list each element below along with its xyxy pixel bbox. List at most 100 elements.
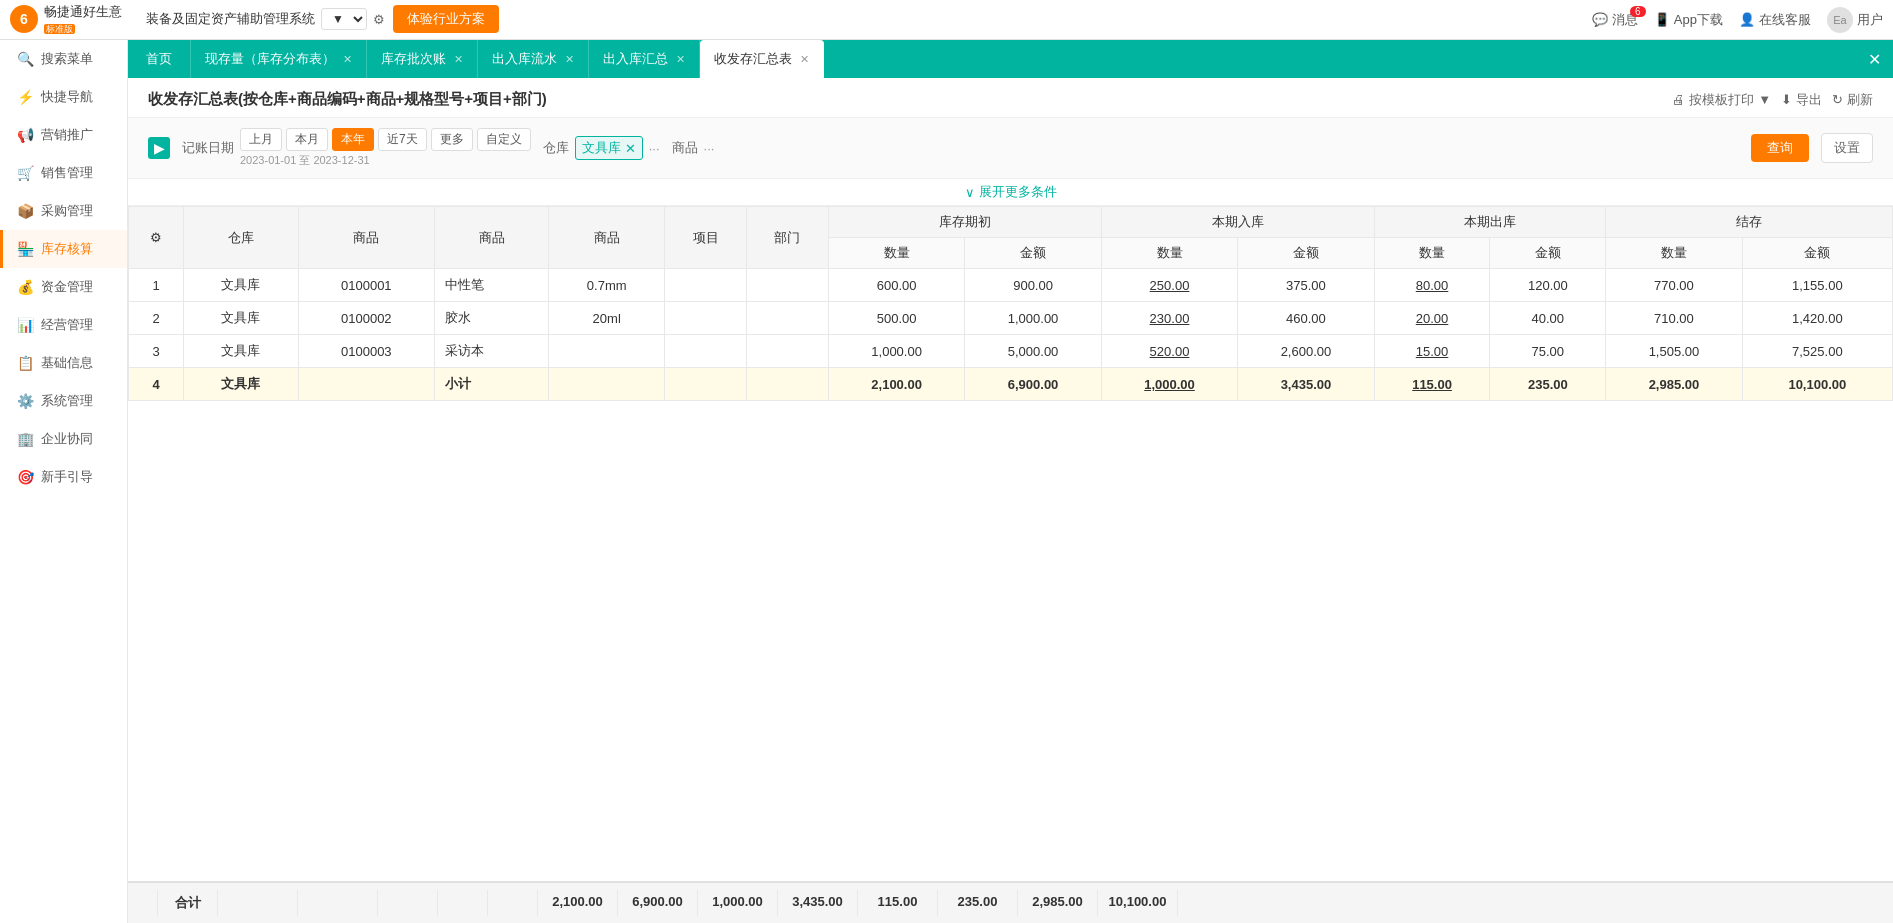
tab-summary[interactable]: 出入库汇总 ✕ (589, 40, 700, 78)
user-area[interactable]: Ea 用户 (1827, 7, 1883, 33)
cell-in-qty[interactable]: 250.00 (1101, 269, 1237, 302)
system-select[interactable]: ▼ (321, 8, 367, 30)
print-btn[interactable]: 🖨 按模板打印 ▼ (1672, 91, 1771, 109)
app-download-label: App下载 (1674, 11, 1723, 29)
sales-icon: 🛒 (17, 165, 33, 181)
sidebar-label-inventory: 库存核算 (41, 240, 93, 258)
th-settings[interactable]: ⚙ (129, 207, 184, 269)
filter-bar: ▶ 记账日期 上月 本月 本年 近7天 更多 自定义 2023-01-01 至 … (128, 118, 1893, 179)
footer-name (298, 890, 378, 916)
base-info-icon: 📋 (17, 355, 33, 371)
warehouse-more[interactable]: ··· (649, 141, 660, 156)
message-btn[interactable]: 💬 消息 6 (1592, 11, 1638, 29)
cell-out-amt: 120.00 (1490, 269, 1606, 302)
cell-project (665, 335, 747, 368)
cell-end-amt: 1,420.00 (1742, 302, 1892, 335)
th-end-amt: 金额 (1742, 238, 1892, 269)
tab-receive-send[interactable]: 收发存汇总表 ✕ (700, 40, 824, 78)
refresh-btn[interactable]: ↻ 刷新 (1832, 91, 1873, 109)
tab-receive-send-close[interactable]: ✕ (800, 53, 809, 66)
date-btn-more[interactable]: 更多 (431, 128, 473, 151)
footer-end-qty: 2,985.00 (1018, 890, 1098, 916)
filter-expand-btn[interactable]: ▶ (148, 137, 170, 159)
tabs-close-all[interactable]: ✕ (1856, 50, 1893, 69)
export-btn[interactable]: ⬇ 导出 (1781, 91, 1822, 109)
sidebar-label-operations: 经营管理 (41, 316, 93, 334)
date-btn-last-month[interactable]: 上月 (240, 128, 282, 151)
cell-end-qty: 770.00 (1606, 269, 1742, 302)
cell-code: 0100003 (298, 335, 434, 368)
cell-out-qty[interactable]: 115.00 (1374, 368, 1490, 401)
tab-inventory-dist[interactable]: 现存量（库存分布表） ✕ (191, 40, 367, 78)
sidebar-item-operations[interactable]: 📊 经营管理 (0, 306, 127, 344)
sidebar-item-search[interactable]: 🔍 搜索菜单 (0, 40, 127, 78)
sidebar-item-sales[interactable]: 🛒 销售管理 (0, 154, 127, 192)
table-row: 1文具库0100001中性笔0.7mm600.00900.00250.00375… (129, 269, 1893, 302)
enterprise-icon: 🏢 (17, 431, 33, 447)
cell-project (665, 269, 747, 302)
th-code: 商品 (298, 207, 434, 269)
tab-batch-close[interactable]: ✕ (454, 53, 463, 66)
tab-flow-close[interactable]: ✕ (565, 53, 574, 66)
sidebar-item-purchase[interactable]: 📦 采购管理 (0, 192, 127, 230)
date-btn-this-year[interactable]: 本年 (332, 128, 374, 151)
phone-icon: 📱 (1654, 12, 1670, 27)
tab-inventory-dist-close[interactable]: ✕ (343, 53, 352, 66)
finance-icon: 💰 (17, 279, 33, 295)
cell-warehouse: 文具库 (184, 335, 298, 368)
cell-spec: 20ml (549, 302, 665, 335)
inventory-icon: 🏪 (17, 241, 33, 257)
date-btn-custom[interactable]: 自定义 (477, 128, 531, 151)
goods-filter-group: 商品 ··· (672, 139, 715, 157)
cell-end-amt: 7,525.00 (1742, 335, 1892, 368)
th-begin-amt: 金额 (965, 238, 1101, 269)
cell-in-qty[interactable]: 520.00 (1101, 335, 1237, 368)
tab-summary-close[interactable]: ✕ (676, 53, 685, 66)
expand-conditions-bar[interactable]: ∨ 展开更多条件 (128, 179, 1893, 206)
cell-out-qty[interactable]: 20.00 (1374, 302, 1490, 335)
date-btn-this-month[interactable]: 本月 (286, 128, 328, 151)
marketing-icon: 📢 (17, 127, 33, 143)
sidebar-item-guide[interactable]: 🎯 新手引导 (0, 458, 127, 496)
online-service-btn[interactable]: 👤 在线客服 (1739, 11, 1811, 29)
cell-in-amt: 3,435.00 (1238, 368, 1374, 401)
cell-in-qty[interactable]: 1,000.00 (1101, 368, 1237, 401)
sidebar-item-system[interactable]: ⚙️ 系统管理 (0, 382, 127, 420)
th-project: 项目 (665, 207, 747, 269)
th-in-qty: 数量 (1101, 238, 1237, 269)
tab-flow[interactable]: 出入库流水 ✕ (478, 40, 589, 78)
query-button[interactable]: 查询 (1751, 134, 1809, 162)
tab-inventory-dist-label: 现存量（库存分布表） (205, 50, 335, 68)
cell-out-qty[interactable]: 15.00 (1374, 335, 1490, 368)
cell-out-qty[interactable]: 80.00 (1374, 269, 1490, 302)
cell-dept (746, 335, 828, 368)
cell-out-amt: 75.00 (1490, 335, 1606, 368)
sidebar-item-enterprise[interactable]: 🏢 企业协同 (0, 420, 127, 458)
settings-button[interactable]: 设置 (1821, 133, 1873, 163)
sidebar-label-finance: 资金管理 (41, 278, 93, 296)
experience-button[interactable]: 体验行业方案 (393, 5, 499, 33)
logo-text: 畅捷通好生意 标准版 (44, 4, 122, 36)
warehouse-remove-btn[interactable]: ✕ (625, 141, 636, 156)
th-in-amt: 金额 (1238, 238, 1374, 269)
th-name: 商品 (435, 207, 549, 269)
settings-gear[interactable]: ⚙ (373, 12, 385, 27)
tab-home[interactable]: 首页 (128, 40, 191, 78)
sidebar-item-marketing[interactable]: 📢 营销推广 (0, 116, 127, 154)
sidebar-item-base-info[interactable]: 📋 基础信息 (0, 344, 127, 382)
cell-dept (746, 368, 828, 401)
table-container: ⚙ 仓库 商品 商品 商品 项目 部门 库存期初 本期入库 本期出库 结存 (128, 206, 1893, 881)
cell-name: 小计 (435, 368, 549, 401)
footer-cells: 合计 2,100.00 6,900.00 1,000.00 3,435.00 1… (128, 890, 1893, 916)
warehouse-filter-label: 仓库 (543, 139, 569, 157)
th-end-qty: 数量 (1606, 238, 1742, 269)
sidebar-item-quick-nav[interactable]: ⚡ 快捷导航 (0, 78, 127, 116)
cell-in-qty[interactable]: 230.00 (1101, 302, 1237, 335)
app-download-btn[interactable]: 📱 App下载 (1654, 11, 1723, 29)
date-btn-7days[interactable]: 近7天 (378, 128, 427, 151)
sidebar-item-finance[interactable]: 💰 资金管理 (0, 268, 127, 306)
goods-more[interactable]: ··· (704, 141, 715, 156)
tab-batch[interactable]: 库存批次账 ✕ (367, 40, 478, 78)
footer-out-qty: 115.00 (858, 890, 938, 916)
sidebar-item-inventory[interactable]: 🏪 库存核算 (0, 230, 127, 268)
